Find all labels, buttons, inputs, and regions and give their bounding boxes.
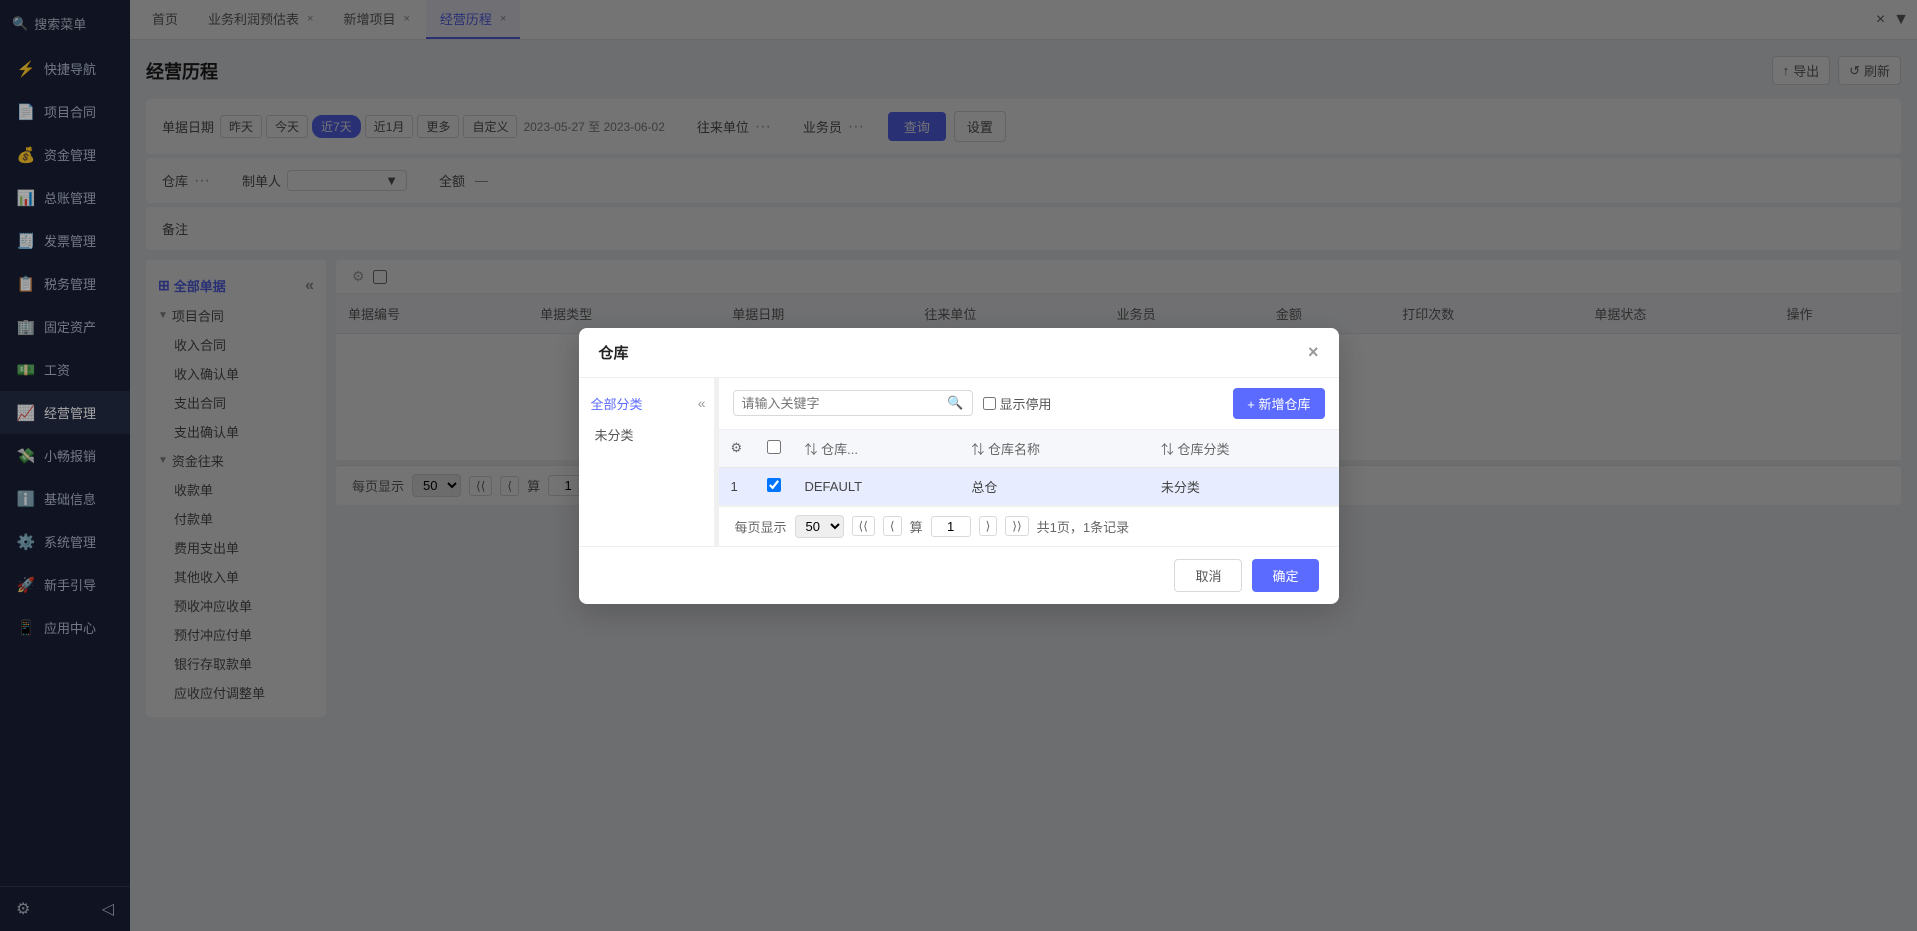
add-warehouse-button[interactable]: + 新增仓库	[1233, 388, 1324, 419]
modal-search-wrap: 🔍	[733, 390, 973, 416]
modal-row-checkbox-cell	[755, 467, 793, 505]
modal-row-code: DEFAULT	[793, 467, 960, 505]
search-icon: 🔍	[947, 395, 963, 411]
modal-page-input[interactable]	[931, 516, 971, 537]
modal-row-checkbox[interactable]	[767, 478, 781, 492]
modal-row-index: 1	[719, 467, 755, 505]
col-modal-code: ⇅ 仓库...	[793, 430, 960, 468]
modal-warehouse-table: ⚙ ⇅ 仓库... ⇅	[719, 430, 1339, 506]
modal-per-page-label: 每页显示	[735, 517, 787, 536]
modal-overlay: 仓库 × 全部分类 « 未分类	[0, 0, 1917, 931]
col-modal-settings: ⚙	[719, 430, 755, 468]
modal-cancel-button[interactable]: 取消	[1174, 559, 1242, 592]
modal-category-uncategorized[interactable]: 未分类	[579, 419, 718, 450]
modal-body: 全部分类 « 未分类 🔍 显示停用	[579, 378, 1339, 546]
modal-close-button[interactable]: ×	[1308, 342, 1319, 363]
modal-left-scrollbar[interactable]	[714, 378, 718, 546]
modal-page-go-label: 算	[910, 517, 923, 536]
col-modal-code-sort-icon: ⇅	[805, 442, 818, 457]
col-modal-category-sort-icon: ⇅	[1161, 442, 1174, 457]
modal-left-panel: 全部分类 « 未分类	[579, 378, 719, 546]
modal-actions: 取消 确定	[579, 546, 1339, 604]
show-disabled-label: 显示停用	[1000, 394, 1052, 413]
modal-row-name: 总仓	[959, 467, 1149, 505]
modal-toolbar: 🔍 显示停用 + 新增仓库	[719, 378, 1339, 430]
modal-next-page-btn[interactable]: ⟩	[979, 516, 998, 536]
modal-right-panel: 🔍 显示停用 + 新增仓库 ⚙	[719, 378, 1339, 546]
modal-left-header[interactable]: 全部分类 «	[579, 388, 718, 419]
modal-category-uncategorized-label: 未分类	[595, 428, 634, 443]
modal-title: 仓库	[599, 342, 629, 363]
modal-row-category: 未分类	[1149, 467, 1339, 505]
modal-last-page-btn[interactable]: ⟩⟩	[1005, 516, 1028, 536]
modal-table-header-row: ⚙ ⇅ 仓库... ⇅	[719, 430, 1339, 468]
modal-first-page-btn[interactable]: ⟨⟨	[852, 516, 875, 536]
modal-table-container: ⚙ ⇅ 仓库... ⇅	[719, 430, 1339, 506]
modal-total-label: 共1页，1条记录	[1037, 517, 1129, 536]
col-modal-checkbox	[755, 430, 793, 468]
col-modal-category: ⇅ 仓库分类	[1149, 430, 1339, 468]
modal-select-all-checkbox[interactable]	[767, 440, 781, 454]
warehouse-modal: 仓库 × 全部分类 « 未分类	[579, 328, 1339, 604]
modal-confirm-button[interactable]: 确定	[1252, 559, 1318, 592]
modal-pagination: 每页显示 50 ⟨⟨ ⟨ 算 ⟩ ⟩⟩ 共1页，1条记录	[719, 506, 1339, 546]
show-disabled-check[interactable]: 显示停用	[983, 394, 1052, 413]
modal-prev-page-btn[interactable]: ⟨	[883, 516, 902, 536]
modal-table-row[interactable]: 1 DEFAULT 总仓 未分类	[719, 467, 1339, 505]
show-disabled-checkbox[interactable]	[983, 397, 996, 410]
col-modal-name: ⇅ 仓库名称	[959, 430, 1149, 468]
modal-header: 仓库 ×	[579, 328, 1339, 378]
modal-left-collapse-icon[interactable]: «	[698, 395, 706, 411]
modal-col-settings-icon[interactable]: ⚙	[731, 440, 743, 455]
modal-all-category-label: 全部分类	[591, 394, 643, 413]
modal-per-page-select[interactable]: 50	[795, 515, 844, 538]
col-modal-name-sort-icon: ⇅	[971, 442, 984, 457]
modal-search-input[interactable]	[742, 396, 942, 411]
